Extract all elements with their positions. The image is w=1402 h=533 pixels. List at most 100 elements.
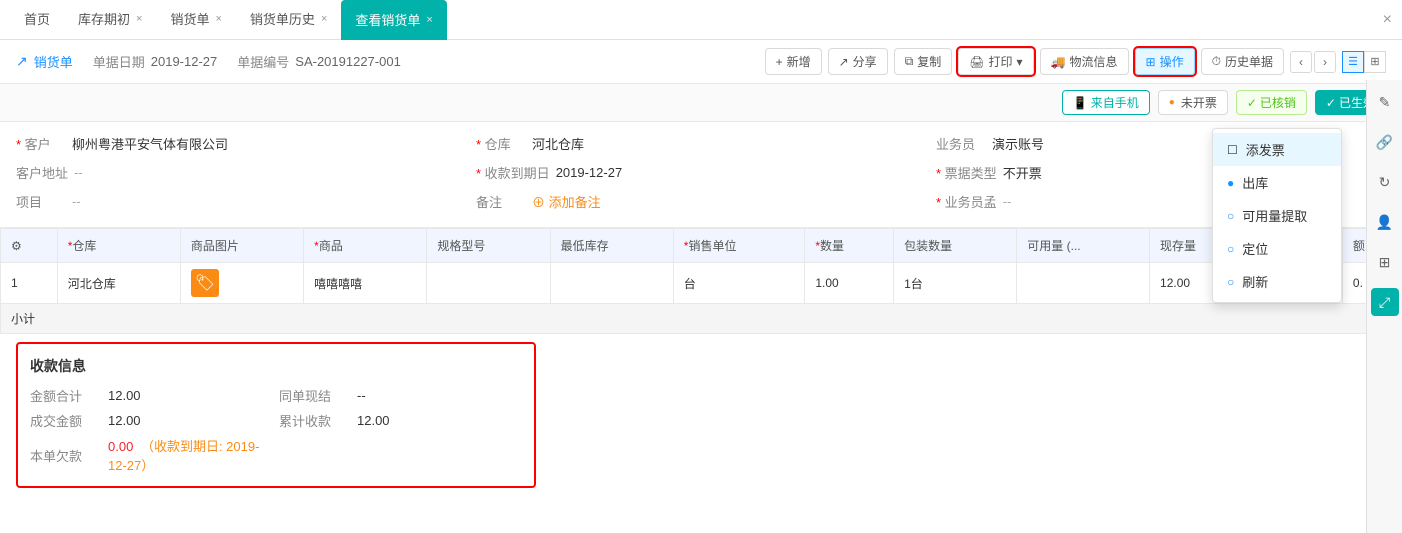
doc-date-value: 2019-12-27 (151, 54, 218, 69)
window-close-button[interactable]: × (1383, 11, 1392, 29)
tab-sales-history-close[interactable]: × (321, 13, 327, 25)
table-row: 1 河北仓库 🏷 嘻嘻嘻嘻 台 1.00 1台 12.00 12.00 0. (1, 263, 1402, 304)
table-view-icon[interactable]: ⊞ (1371, 248, 1399, 276)
address-field: 客户地址 -- (16, 163, 466, 182)
row-quantity: 1.00 (805, 263, 894, 304)
history-button[interactable]: ⏱ 历史单据 (1201, 48, 1284, 75)
grid-view-btn[interactable]: ⊞ (1364, 51, 1386, 73)
tab-sales-order-close[interactable]: × (215, 13, 221, 25)
refresh-label: 刷新 (1242, 272, 1268, 291)
doc-date-meta: 单据日期 2019-12-27 (93, 52, 218, 71)
project-label: 项目 (16, 192, 66, 211)
row-min-stock (550, 263, 673, 304)
tab-sales-order[interactable]: 销货单 × (156, 0, 235, 40)
warehouse-label: 仓库 (476, 134, 526, 153)
operations-dropdown: ☐ 添发票 ● 出库 ○ 可用量提取 ○ 定位 ○ 刷新 (1212, 128, 1342, 303)
operations-button[interactable]: ⊞ 操作 (1135, 48, 1195, 75)
share-button[interactable]: ↗ 分享 (828, 48, 888, 75)
from-phone-button[interactable]: 📱 来自手机 (1062, 90, 1150, 115)
toolbar-row: 📱 来自手机 未开票 ✓ 已核销 ✓ 已生效 (0, 84, 1402, 122)
dropdown-outbound[interactable]: ● 出库 (1213, 166, 1341, 199)
subtotal-row: 小计 (1, 304, 1402, 334)
doc-title: ↗ 销货单 (16, 52, 73, 71)
nav-arrows: ‹ › (1290, 51, 1336, 73)
cumulative-value: 12.00 (357, 413, 390, 428)
tab-view-sales-close[interactable]: × (426, 14, 432, 26)
col-warehouse: *仓库 (57, 229, 180, 263)
payment-date-field: 收款到期日 2019-12-27 (476, 163, 926, 182)
copy-button[interactable]: ⧉ 复制 (894, 48, 953, 75)
link-icon[interactable]: 🔗 (1371, 128, 1399, 156)
dropdown-add-invoice[interactable]: ☐ 添发票 (1213, 133, 1341, 166)
product-image: 🏷 (191, 269, 219, 297)
form-row-1: 客户 柳州粤港平安气体有限公司 仓库 河北仓库 业务员 演示账号 (16, 134, 1386, 153)
user-icon[interactable]: 👤 (1371, 208, 1399, 236)
due-label: 本单欠款 (30, 446, 100, 465)
expand-icon[interactable]: ⤢ (1371, 288, 1399, 316)
row-spec (427, 263, 550, 304)
customer-value[interactable]: 柳州粤港平安气体有限公司 (72, 134, 228, 153)
tab-sales-history-label: 销货单历史 (250, 9, 315, 28)
not-opened-button[interactable]: 未开票 (1158, 90, 1228, 115)
col-sales-unit: *销售单位 (673, 229, 805, 263)
dropdown-refresh[interactable]: ○ 刷新 (1213, 265, 1341, 298)
col-settings[interactable]: ⚙ (1, 229, 58, 263)
transaction-value: 12.00 (108, 413, 141, 428)
locate-icon: ○ (1227, 242, 1234, 256)
refresh-sidebar-icon[interactable]: ↻ (1371, 168, 1399, 196)
warehouse-value[interactable]: 河北仓库 (532, 134, 584, 153)
doc-type-icon: ↗ (16, 53, 28, 70)
logistics-button[interactable]: 🚚 物流信息 (1040, 48, 1129, 75)
table-header-row: ⚙ *仓库 商品图片 *商品 规格型号 最低库存 *销售单位 *数量 包装数量 … (1, 229, 1402, 263)
add-invoice-label: 添发票 (1246, 140, 1285, 159)
tab-inventory-init[interactable]: 库存期初 × (64, 0, 156, 40)
available-qty-icon: ○ (1227, 209, 1234, 223)
row-warehouse: 河北仓库 (57, 263, 180, 304)
row-available (1017, 263, 1150, 304)
col-product: *商品 (304, 229, 427, 263)
tab-view-sales[interactable]: 查看销货单 × (341, 0, 446, 40)
payment-date-value[interactable]: 2019-12-27 (556, 165, 623, 180)
list-view-btn[interactable]: ☰ (1342, 51, 1364, 73)
tab-home[interactable]: 首页 (10, 0, 64, 40)
share-icon: ↗ (839, 55, 849, 69)
note-label: 备注 (476, 192, 526, 211)
doc-actions: + 新增 ↗ 分享 ⧉ 复制 🖨 打印 ▾ 🚚 物流信息 ⊞ 操 (765, 48, 1386, 75)
ticket-type-value: 不开票 (1003, 163, 1042, 182)
new-button[interactable]: + 新增 (765, 48, 822, 75)
plus-icon: + (776, 55, 783, 69)
col-quantity: *数量 (805, 229, 894, 263)
row-product: 嘻嘻嘻嘻 (304, 263, 427, 304)
note-field: 备注 ⊕ 添加备注 (476, 192, 926, 211)
add-note-button[interactable]: ⊕ 添加备注 (532, 192, 601, 211)
doc-type-label: 销货单 (34, 52, 73, 71)
address-label: 客户地址 (16, 163, 68, 182)
doc-number-value: SA-20191227-001 (295, 54, 401, 69)
tab-sales-order-label: 销货单 (170, 9, 209, 28)
copy-icon: ⧉ (905, 54, 914, 69)
print-dropdown-arrow: ▾ (1017, 55, 1023, 69)
tab-inventory-init-close[interactable]: × (136, 13, 142, 25)
doc-header: ↗ 销货单 单据日期 2019-12-27 单据编号 SA-20191227-0… (0, 40, 1402, 84)
outbound-label: 出库 (1242, 173, 1268, 192)
form-section: 客户 柳州粤港平安气体有限公司 仓库 河北仓库 业务员 演示账号 客户地址 --… (0, 122, 1402, 227)
view-toggle: ☰ ⊞ (1342, 51, 1386, 73)
form-row-2: 客户地址 -- 收款到期日 2019-12-27 票据类型 不开票 (16, 163, 1386, 182)
verified-button[interactable]: ✓ 已核销 (1236, 90, 1307, 115)
nav-prev[interactable]: ‹ (1290, 51, 1312, 73)
dropdown-locate[interactable]: ○ 定位 (1213, 232, 1341, 265)
nav-next[interactable]: › (1314, 51, 1336, 73)
payment-section: 收款信息 金额合计 12.00 同单现结 -- 成交金额 12.00 累计收款 … (16, 342, 536, 488)
doc-number-meta: 单据编号 SA-20191227-001 (237, 52, 401, 71)
tab-sales-history[interactable]: 销货单历史 × (236, 0, 341, 40)
available-qty-label: 可用量提取 (1242, 206, 1307, 225)
edit-icon[interactable]: ✎ (1371, 88, 1399, 116)
operations-icon: ⊞ (1146, 55, 1156, 69)
print-button[interactable]: 🖨 打印 ▾ (958, 48, 1033, 75)
col-min-stock: 最低库存 (550, 229, 673, 263)
salesperson-label: 业务员 (936, 134, 986, 153)
dropdown-available-qty[interactable]: ○ 可用量提取 (1213, 199, 1341, 232)
col-package-qty: 包装数量 (894, 229, 1017, 263)
total-label: 金额合计 (30, 386, 100, 405)
outbound-icon: ● (1227, 176, 1234, 190)
